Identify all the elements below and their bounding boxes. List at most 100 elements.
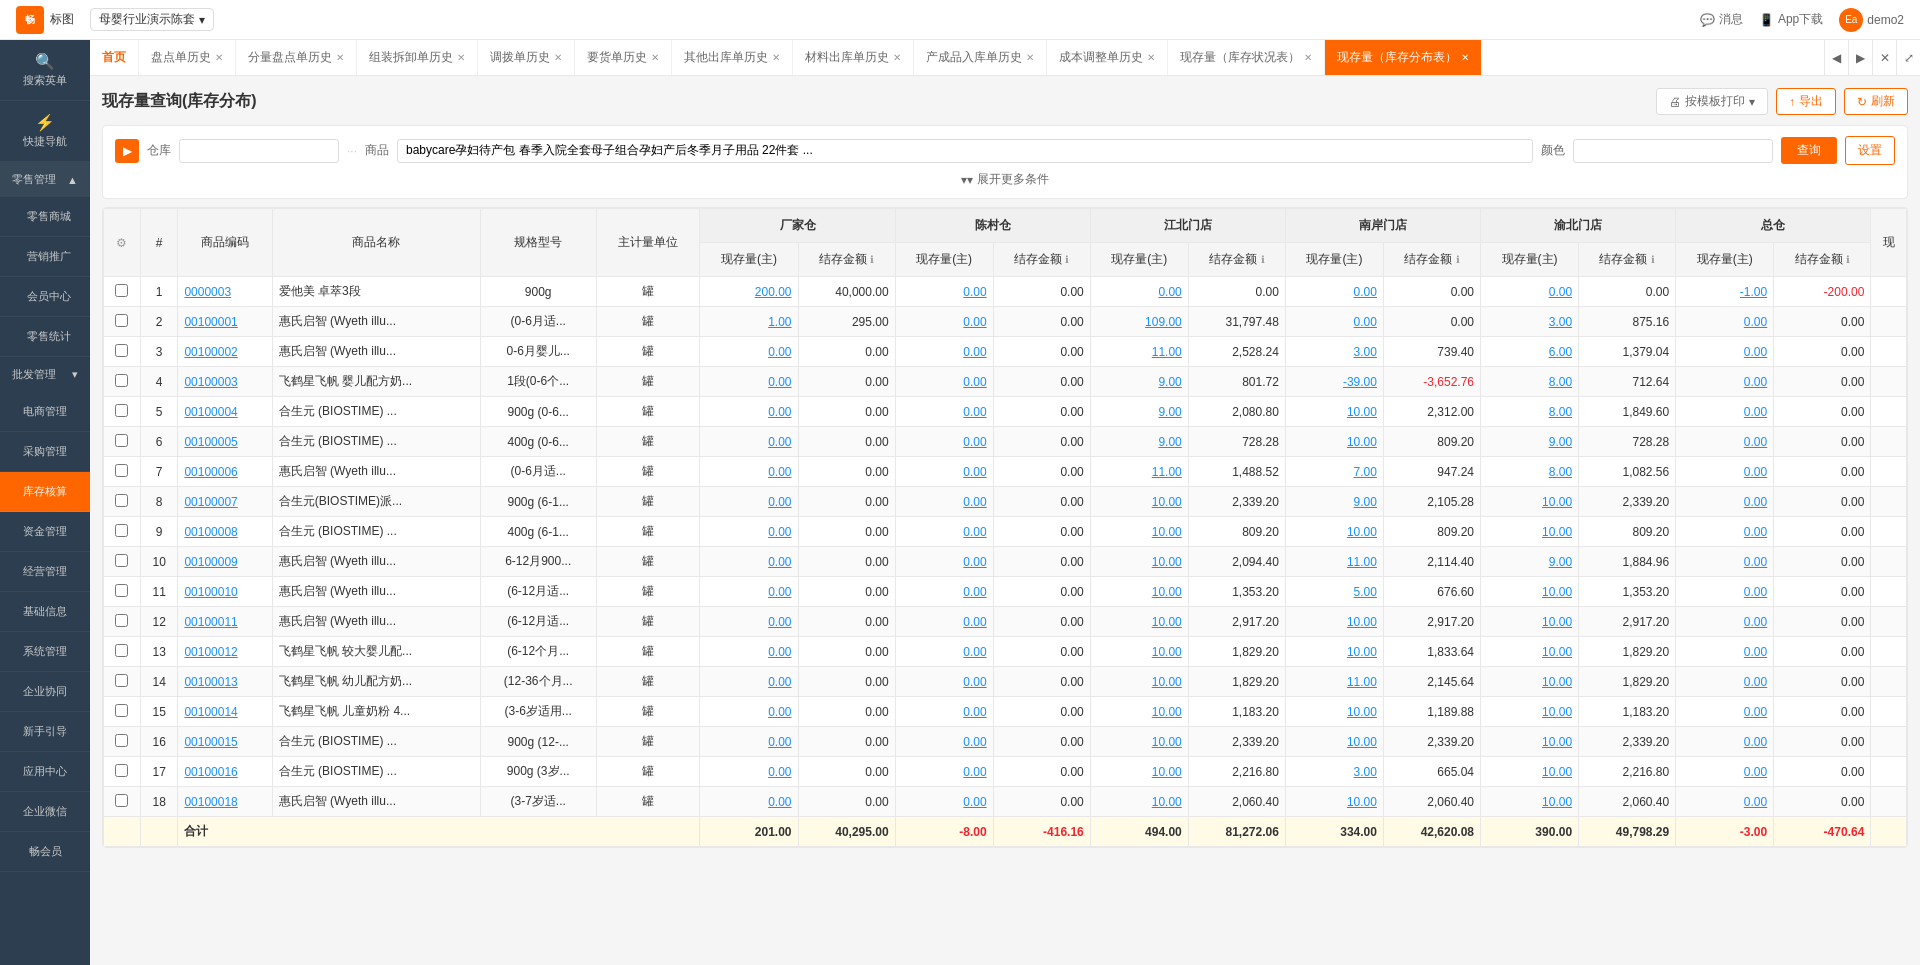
row-na-qty[interactable]: 5.00: [1285, 577, 1383, 607]
row-jb-qty[interactable]: 9.00: [1090, 367, 1188, 397]
row-yu-qty[interactable]: 10.00: [1481, 787, 1579, 817]
sidebar-item-shop[interactable]: 零售商城: [0, 197, 90, 237]
row-total-qty[interactable]: 0.00: [1676, 307, 1774, 337]
sidebar-item-basic[interactable]: 基础信息: [0, 592, 90, 632]
row-cj-qty[interactable]: 0.00: [700, 517, 798, 547]
row-na-qty[interactable]: 0.00: [1285, 277, 1383, 307]
row-jb-qty[interactable]: 109.00: [1090, 307, 1188, 337]
sidebar-item-member[interactable]: 会员中心: [0, 277, 90, 317]
close-icon[interactable]: ✕: [457, 52, 465, 63]
nav-left-btn[interactable]: ◀: [1824, 40, 1848, 76]
row-ch-qty[interactable]: 0.00: [895, 277, 993, 307]
row-jb-qty[interactable]: 0.00: [1090, 277, 1188, 307]
row-jb-qty[interactable]: 9.00: [1090, 397, 1188, 427]
row-code[interactable]: 00100018: [178, 787, 272, 817]
row-ch-qty[interactable]: 0.00: [895, 637, 993, 667]
row-total-qty[interactable]: 0.00: [1676, 427, 1774, 457]
row-yu-qty[interactable]: 10.00: [1481, 577, 1579, 607]
row-jb-qty[interactable]: 11.00: [1090, 457, 1188, 487]
row-ch-qty[interactable]: 0.00: [895, 427, 993, 457]
row-cj-qty[interactable]: 0.00: [700, 487, 798, 517]
row-jb-qty[interactable]: 10.00: [1090, 757, 1188, 787]
row-checkbox[interactable]: [104, 727, 141, 757]
row-ch-qty[interactable]: 0.00: [895, 487, 993, 517]
row-yu-qty[interactable]: 10.00: [1481, 487, 1579, 517]
row-na-qty[interactable]: 10.00: [1285, 397, 1383, 427]
tab-assembly[interactable]: 组装拆卸单历史 ✕: [357, 40, 478, 76]
row-checkbox[interactable]: [104, 277, 141, 307]
row-yu-qty[interactable]: 10.00: [1481, 757, 1579, 787]
tab-finished-in[interactable]: 产成品入库单历史 ✕: [914, 40, 1047, 76]
row-ch-qty[interactable]: 0.00: [895, 667, 993, 697]
sidebar-item-inventory[interactable]: 库存核算: [0, 472, 90, 512]
row-na-qty[interactable]: 3.00: [1285, 757, 1383, 787]
expand-conditions-btn[interactable]: ▾▾ 展开更多条件: [961, 171, 1049, 188]
row-yu-qty[interactable]: 0.00: [1481, 277, 1579, 307]
row-ch-qty[interactable]: 0.00: [895, 517, 993, 547]
row-checkbox[interactable]: [104, 637, 141, 667]
filter-expand-btn[interactable]: ▶: [115, 139, 139, 163]
sidebar-item-finance[interactable]: 资金管理: [0, 512, 90, 552]
row-yu-qty[interactable]: 9.00: [1481, 427, 1579, 457]
row-jb-qty[interactable]: 10.00: [1090, 727, 1188, 757]
tab-sub-inventory[interactable]: 分量盘点单历史 ✕: [236, 40, 357, 76]
row-code[interactable]: 00100007: [178, 487, 272, 517]
row-yu-qty[interactable]: 8.00: [1481, 457, 1579, 487]
row-total-qty[interactable]: 0.00: [1676, 547, 1774, 577]
sidebar-item-vip[interactable]: 畅会员: [0, 832, 90, 872]
row-cj-qty[interactable]: 0.00: [700, 577, 798, 607]
nav-close-btn[interactable]: ✕: [1872, 40, 1896, 76]
sidebar-item-ecommerce[interactable]: 电商管理: [0, 392, 90, 432]
row-total-qty[interactable]: 0.00: [1676, 727, 1774, 757]
row-ch-qty[interactable]: 0.00: [895, 727, 993, 757]
warehouse-input[interactable]: [179, 139, 339, 163]
row-cj-qty[interactable]: 0.00: [700, 427, 798, 457]
row-jb-qty[interactable]: 11.00: [1090, 337, 1188, 367]
row-code[interactable]: 00100011: [178, 607, 272, 637]
row-jb-qty[interactable]: 10.00: [1090, 487, 1188, 517]
export-button[interactable]: ↑ 导出: [1776, 88, 1836, 115]
sidebar-item-nav[interactable]: ⚡ 快捷导航: [0, 101, 90, 162]
row-cj-qty[interactable]: 0.00: [700, 637, 798, 667]
tab-stock-dist[interactable]: 现存量（库存分布表） ✕: [1325, 40, 1482, 76]
close-icon[interactable]: ✕: [772, 52, 780, 63]
row-na-qty[interactable]: 11.00: [1285, 547, 1383, 577]
row-code[interactable]: 00100008: [178, 517, 272, 547]
row-code[interactable]: 00100009: [178, 547, 272, 577]
row-total-qty[interactable]: 0.00: [1676, 337, 1774, 367]
row-yu-qty[interactable]: 9.00: [1481, 547, 1579, 577]
row-na-qty[interactable]: 10.00: [1285, 787, 1383, 817]
row-ch-qty[interactable]: 0.00: [895, 547, 993, 577]
row-checkbox[interactable]: [104, 397, 141, 427]
row-na-qty[interactable]: -39.00: [1285, 367, 1383, 397]
close-icon[interactable]: ✕: [651, 52, 659, 63]
row-yu-qty[interactable]: 10.00: [1481, 637, 1579, 667]
row-code[interactable]: 00100010: [178, 577, 272, 607]
row-code[interactable]: 00100003: [178, 367, 272, 397]
row-yu-qty[interactable]: 3.00: [1481, 307, 1579, 337]
tab-inventory-check[interactable]: 盘点单历史 ✕: [139, 40, 236, 76]
tab-purchase-order[interactable]: 要货单历史 ✕: [575, 40, 672, 76]
row-checkbox[interactable]: [104, 427, 141, 457]
sidebar-item-retail-stats[interactable]: 零售统计: [0, 317, 90, 357]
row-code[interactable]: 0000003: [178, 277, 272, 307]
row-cj-qty[interactable]: 0.00: [700, 757, 798, 787]
row-ch-qty[interactable]: 0.00: [895, 757, 993, 787]
refresh-button[interactable]: ↻ 刷新: [1844, 88, 1908, 115]
col-gear[interactable]: ⚙: [104, 209, 141, 277]
tab-cost-adjust[interactable]: 成本调整单历史 ✕: [1047, 40, 1168, 76]
message-btn[interactable]: 💬 消息: [1700, 11, 1743, 28]
close-icon[interactable]: ✕: [1304, 52, 1312, 63]
row-checkbox[interactable]: [104, 337, 141, 367]
row-cj-qty[interactable]: 0.00: [700, 457, 798, 487]
row-yu-qty[interactable]: 10.00: [1481, 607, 1579, 637]
row-ch-qty[interactable]: 0.00: [895, 337, 993, 367]
sidebar-item-purchase[interactable]: 采购管理: [0, 432, 90, 472]
row-yu-qty[interactable]: 6.00: [1481, 337, 1579, 367]
goods-input[interactable]: [397, 139, 1533, 163]
row-total-qty[interactable]: 0.00: [1676, 367, 1774, 397]
row-checkbox[interactable]: [104, 607, 141, 637]
row-ch-qty[interactable]: 0.00: [895, 307, 993, 337]
row-cj-qty[interactable]: 0.00: [700, 397, 798, 427]
row-yu-qty[interactable]: 8.00: [1481, 367, 1579, 397]
